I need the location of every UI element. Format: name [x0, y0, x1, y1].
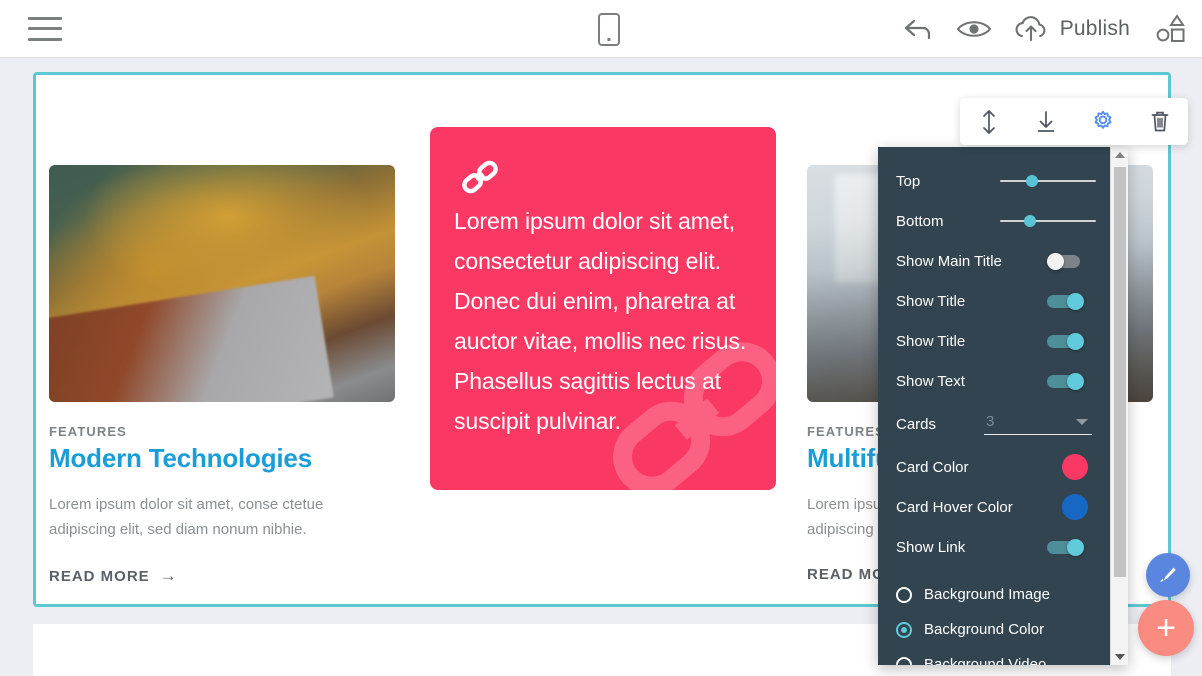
- feature-card-1[interactable]: FEATURES Modern Technologies Lorem ipsum…: [49, 165, 395, 586]
- slider-track: [1000, 220, 1096, 222]
- cloud-upload-icon: [1012, 14, 1050, 44]
- hamburger-bar: [28, 16, 62, 20]
- radio-icon[interactable]: [896, 656, 912, 665]
- undo-arrow-icon[interactable]: [890, 0, 946, 58]
- radio-label: Background Image: [924, 586, 1050, 603]
- settings-panel-body: Top Bottom Show Main Title Show Title Sh…: [878, 147, 1110, 665]
- hamburger-bar: [28, 37, 62, 41]
- move-vertical-icon[interactable]: [960, 98, 1017, 145]
- top-toolbar-actions: Publish: [890, 0, 1202, 58]
- show-title-toggle-2[interactable]: [1047, 332, 1084, 350]
- setting-row-cards: Cards 3: [878, 401, 1110, 447]
- card-color-swatch[interactable]: [1062, 454, 1088, 480]
- shapes-icon[interactable]: [1140, 0, 1202, 58]
- toggle-knob: [1067, 292, 1084, 310]
- download-arrow-icon[interactable]: [1017, 98, 1074, 145]
- chevron-down-icon[interactable]: [1076, 419, 1088, 425]
- scrollbar-thumb[interactable]: [1114, 167, 1126, 577]
- scroll-down-arrow-icon[interactable]: [1111, 649, 1128, 665]
- radio-icon-selected[interactable]: [896, 621, 912, 638]
- setting-label: Bottom: [896, 212, 944, 230]
- trash-delete-icon[interactable]: [1131, 98, 1188, 145]
- setting-row-show-title-1: Show Title: [878, 281, 1110, 321]
- setting-label: Card Color: [896, 458, 969, 476]
- toggle-knob: [1067, 372, 1084, 390]
- toggle-knob: [1067, 538, 1084, 556]
- card-photo-laptop: [49, 165, 395, 402]
- card-title: Modern Technologies: [49, 443, 312, 473]
- background-image-option[interactable]: Background Image: [878, 577, 1110, 612]
- toggle-knob: [1067, 332, 1084, 350]
- card-text-line1: Lorem ipsu: [807, 496, 882, 513]
- setting-row-show-link: Show Link: [878, 527, 1110, 567]
- element-toolbar: [960, 98, 1188, 145]
- setting-row-card-color: Card Color: [878, 447, 1110, 487]
- card-link-label: READ MORE: [49, 567, 150, 585]
- setting-row-show-title-2: Show Title: [878, 321, 1110, 361]
- show-title-toggle-1[interactable]: [1047, 292, 1084, 310]
- hamburger-bar: [28, 27, 62, 30]
- setting-label: Show Text: [896, 372, 965, 390]
- chain-link-icon: [462, 160, 498, 194]
- top-toolbar: Publish: [0, 0, 1202, 58]
- card-image: [49, 165, 395, 402]
- paintbrush-icon[interactable]: [1146, 553, 1190, 597]
- card-link-label: READ MO: [807, 566, 885, 583]
- eye-preview-icon[interactable]: [946, 0, 1002, 58]
- show-main-title-toggle[interactable]: [1047, 252, 1084, 270]
- publish-label: Publish: [1059, 17, 1130, 40]
- setting-row-bottom: Bottom: [878, 201, 1110, 241]
- hamburger-menu-icon[interactable]: [28, 16, 62, 41]
- top-padding-slider[interactable]: [1000, 173, 1096, 189]
- background-video-option[interactable]: Background Video: [878, 647, 1110, 665]
- settings-panel-scrollbar[interactable]: [1110, 147, 1128, 665]
- scroll-up-arrow-icon[interactable]: [1111, 147, 1128, 163]
- select-underline: [984, 434, 1092, 435]
- background-color-option[interactable]: Background Color: [878, 612, 1110, 647]
- setting-row-card-hover-color: Card Hover Color: [878, 487, 1110, 527]
- card-read-more-link[interactable]: READ MORE →: [49, 566, 395, 586]
- setting-label: Show Title: [896, 332, 966, 350]
- arrow-right-icon: →: [159, 566, 178, 585]
- publish-button[interactable]: Publish: [1002, 0, 1140, 58]
- show-text-toggle[interactable]: [1047, 372, 1084, 390]
- setting-label: Top: [896, 172, 921, 190]
- radio-label: Background Color: [924, 621, 1045, 638]
- setting-label: Show Main Title: [896, 252, 1002, 270]
- feature-card-2-hovered[interactable]: Lorem ipsum dolor sit amet, consectetur …: [430, 127, 776, 490]
- setting-row-show-main-title: Show Main Title: [878, 241, 1110, 281]
- slider-track: [1000, 180, 1096, 182]
- cards-count-select[interactable]: 3: [984, 413, 1092, 435]
- setting-row-show-text: Show Text: [878, 361, 1110, 401]
- toggle-knob: [1047, 252, 1064, 270]
- bottom-padding-slider[interactable]: [1000, 213, 1096, 229]
- radio-icon[interactable]: [896, 586, 912, 603]
- gear-settings-icon[interactable]: [1074, 98, 1131, 145]
- slider-thumb[interactable]: [1024, 215, 1036, 227]
- card-text-line2: adipiscing: [807, 521, 874, 538]
- plus-icon: +: [1156, 609, 1176, 647]
- setting-label: Card Hover Color: [896, 498, 1013, 516]
- card-hover-color-swatch[interactable]: [1062, 494, 1088, 520]
- section-settings-panel: Top Bottom Show Main Title Show Title Sh…: [878, 147, 1128, 665]
- show-link-toggle[interactable]: [1047, 538, 1084, 556]
- card-text: Lorem ipsum dolor sit amet, conse ctetue…: [49, 496, 324, 538]
- radio-label: Background Video: [924, 656, 1047, 665]
- add-section-button[interactable]: +: [1138, 600, 1194, 656]
- setting-label: Show Link: [896, 538, 966, 556]
- card-eyebrow: FEATURES: [49, 424, 127, 439]
- editor-root: Publish FEATURES Modern Technologies Lor…: [0, 0, 1202, 676]
- slider-thumb[interactable]: [1026, 175, 1038, 187]
- card-hover-text: Lorem ipsum dolor sit amet, consectetur …: [454, 208, 747, 434]
- mobile-device-icon[interactable]: [598, 13, 620, 46]
- setting-row-top: Top: [878, 161, 1110, 201]
- setting-label: Cards: [896, 415, 937, 433]
- setting-label: Show Title: [896, 292, 966, 310]
